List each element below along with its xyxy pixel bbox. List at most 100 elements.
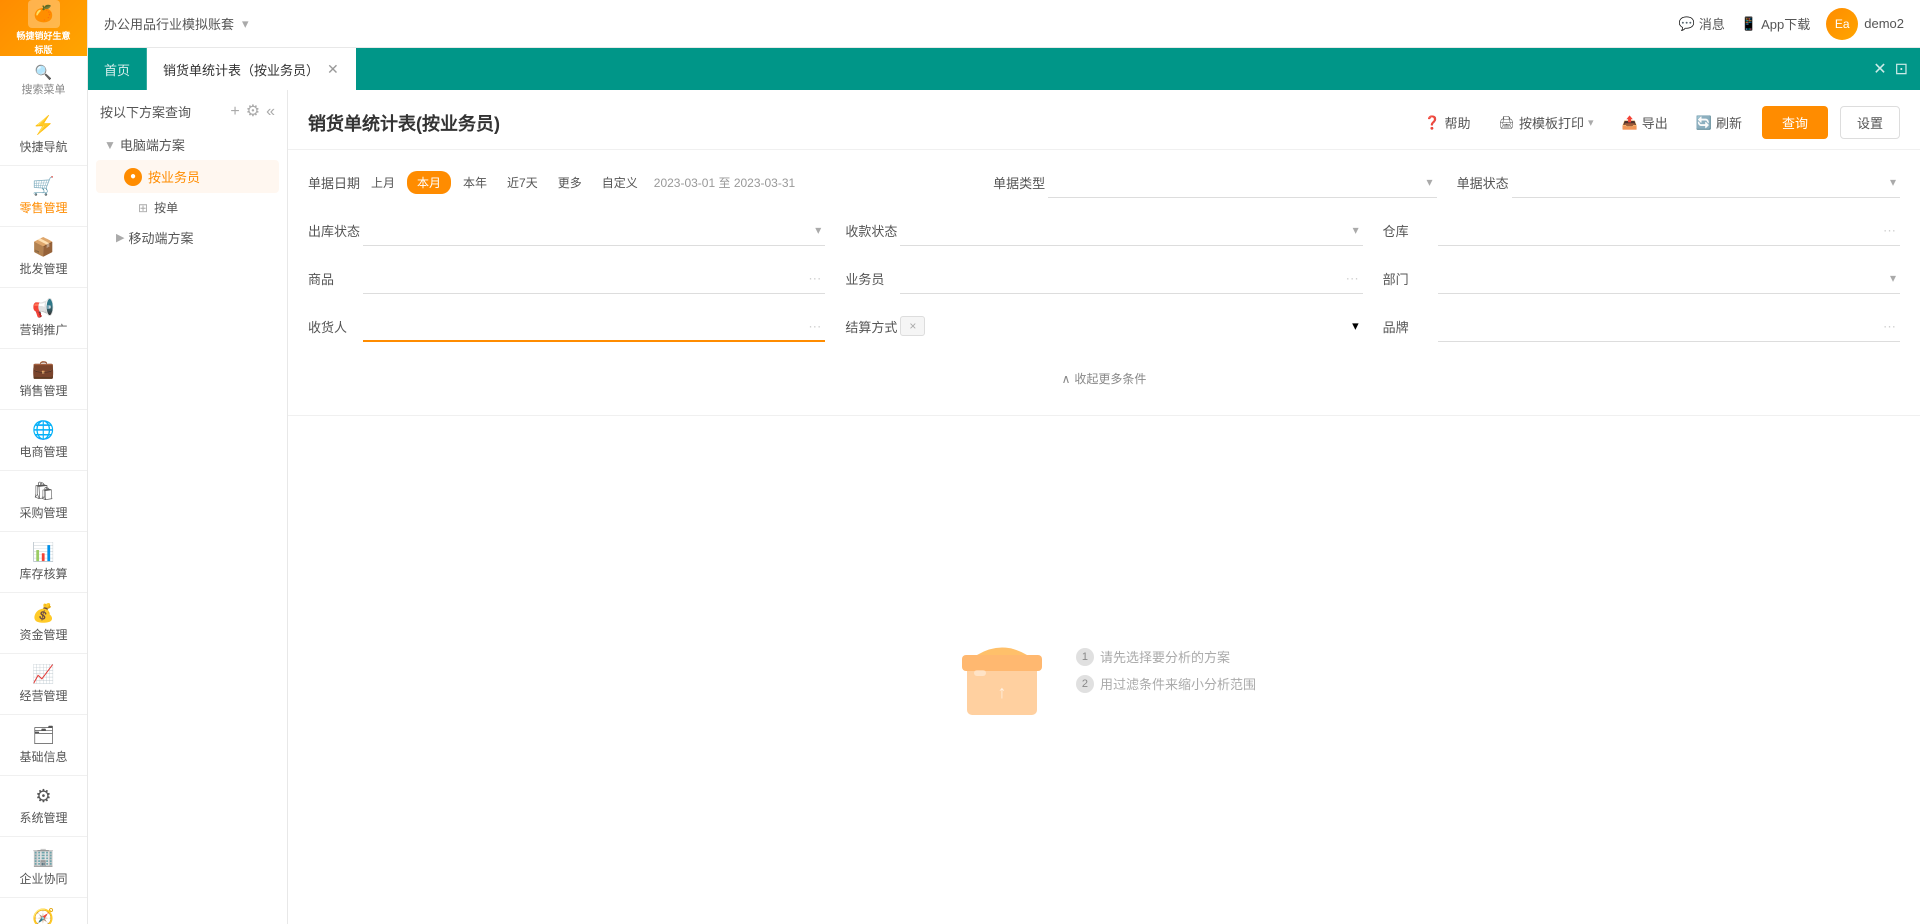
filter-row-4: 收货人 ··· 结算方式 × ▾ <box>308 310 1900 342</box>
sidebar-logo: 🍊 畅捷销好生意 标版 <box>0 0 88 56</box>
tab-sales-stat[interactable]: 销货单统计表（按业务员） ✕ <box>147 48 356 90</box>
sidebar-item-wholesale[interactable]: 📦 批发管理 <box>0 227 87 288</box>
user-name: demo2 <box>1864 16 1904 31</box>
user-profile[interactable]: Ea demo2 <box>1826 8 1904 40</box>
inventory-icon: 📊 <box>4 542 83 563</box>
settlement-tag-close[interactable]: × <box>909 319 916 333</box>
export-button[interactable]: 📤 导出 <box>1614 109 1676 136</box>
product-ellipsis-icon[interactable]: ··· <box>808 271 821 286</box>
date-btn-more[interactable]: 更多 <box>550 171 590 194</box>
product-label: 商品 <box>308 269 363 288</box>
panel-add-button[interactable]: + <box>230 104 239 120</box>
sidebar-item-sales[interactable]: 💼 销售管理 <box>0 349 87 410</box>
warehouse-input[interactable] <box>1438 214 1900 246</box>
department-dropdown[interactable]: ▾ <box>1438 262 1900 294</box>
tab-sales-stat-label: 销货单统计表（按业务员） <box>163 60 319 79</box>
sidebar-item-label: 系统管理 <box>19 811 67 825</box>
date-btn-this-year[interactable]: 本年 <box>455 171 495 194</box>
sidebar-item-system[interactable]: ⚙ 系统管理 <box>0 776 87 837</box>
query-button[interactable]: 查询 <box>1762 106 1828 139</box>
refresh-button[interactable]: 🔄 刷新 <box>1688 109 1750 136</box>
receiver-ellipsis-icon[interactable]: ··· <box>808 319 821 334</box>
doc-status-input-wrap[interactable]: ▾ <box>1512 166 1900 198</box>
sidebar-item-basic[interactable]: 🗂 基础信息 <box>0 715 87 776</box>
sidebar-search-label: 搜索菜单 <box>22 84 66 96</box>
sidebar-item-inventory[interactable]: 📊 库存核算 <box>0 532 87 593</box>
panel-settings-button[interactable]: ⚙ <box>246 104 260 120</box>
user-avatar: Ea <box>1826 8 1858 40</box>
sidebar-item-new-user[interactable]: 🧭 新手引导 <box>0 898 87 924</box>
doc-status-dropdown[interactable]: ▾ <box>1512 166 1900 198</box>
receipt-status-dropdown[interactable]: ▾ <box>900 214 1362 246</box>
filter-field-warehouse: 仓库 ··· <box>1383 214 1900 246</box>
doc-type-dropdown[interactable]: ▾ <box>1048 166 1436 198</box>
filter-row-2: 出库状态 ▾ 收款状态 ▾ <box>308 214 1900 246</box>
doc-type-input-wrap[interactable]: ▾ <box>1048 166 1436 198</box>
export-label: 导出 <box>1642 113 1668 132</box>
breadcrumb-chevron[interactable]: ▾ <box>242 16 249 32</box>
salesperson-ellipsis-icon[interactable]: ··· <box>1346 271 1359 286</box>
message-button[interactable]: 💬 消息 <box>1679 14 1725 33</box>
sidebar-item-quick-nav[interactable]: ⚡ 快捷导航 <box>0 105 87 166</box>
receipt-status-input-wrap[interactable]: ▾ <box>900 214 1362 246</box>
panel-collapse-button[interactable]: « <box>266 104 275 120</box>
date-btn-last-month[interactable]: 上月 <box>363 171 403 194</box>
sidebar-item-marketing[interactable]: 📢 营销推广 <box>0 288 87 349</box>
date-btn-custom[interactable]: 自定义 <box>594 171 646 194</box>
help-button[interactable]: ❓ 帮助 <box>1416 109 1478 136</box>
settlement-label: 结算方式 <box>845 317 900 336</box>
filter-field-doc-type: 单据类型 ▾ <box>993 166 1436 198</box>
phone-icon: 📱 <box>1741 16 1757 32</box>
sidebar-search[interactable]: 🔍 搜索菜单 <box>18 56 70 105</box>
left-panel-title: 按以下方案查询 <box>100 102 191 121</box>
refresh-label: 刷新 <box>1716 113 1742 132</box>
tab-close-icon[interactable]: ✕ <box>327 62 339 76</box>
app-download-button[interactable]: 📱 App下载 <box>1741 14 1810 33</box>
sidebar-item-ecommerce[interactable]: 🌐 电商管理 <box>0 410 87 471</box>
settings-button[interactable]: 设置 <box>1840 106 1900 139</box>
sidebar-item-label: 快捷导航 <box>19 140 67 154</box>
top-header-left: 办公用品行业模拟账套 ▾ <box>104 14 249 33</box>
sidebar-item-label: 企业协同 <box>19 872 67 886</box>
page-title: 销货单统计表(按业务员) <box>308 110 500 136</box>
panel-actions: + ⚙ « <box>230 104 275 120</box>
scheme-item-by-salesperson[interactable]: ● 按业务员 <box>96 160 279 193</box>
date-btn-7days[interactable]: 近7天 <box>499 171 546 194</box>
sidebar-item-operations[interactable]: 📈 经营管理 <box>0 654 87 715</box>
department-input-wrap[interactable]: ▾ <box>1438 262 1900 294</box>
sidebar-item-enterprise[interactable]: 🏢 企业协同 <box>0 837 87 898</box>
sidebar-item-purchase[interactable]: 🛍 采购管理 <box>0 471 87 532</box>
brand-ellipsis-icon[interactable]: ··· <box>1883 319 1896 334</box>
sidebar-item-label: 零售管理 <box>19 201 67 215</box>
brand-input[interactable] <box>1438 310 1900 342</box>
purchase-icon: 🛍 <box>4 481 83 502</box>
collapse-icon: ∧ <box>1062 372 1071 386</box>
main-area: 办公用品行业模拟账套 ▾ 💬 消息 📱 App下载 Ea demo2 首页 <box>88 0 1920 924</box>
date-btn-this-month[interactable]: 本月 <box>407 171 451 194</box>
out-status-input-wrap[interactable]: ▾ <box>363 214 825 246</box>
sidebar-item-finance[interactable]: 💰 资金管理 <box>0 593 87 654</box>
out-status-arrow-icon: ▾ <box>815 223 821 237</box>
scheme-group-desktop-header[interactable]: ▼ 电脑端方案 <box>96 129 279 160</box>
receiver-input[interactable] <box>363 310 825 342</box>
out-status-dropdown[interactable]: ▾ <box>363 214 825 246</box>
warehouse-ellipsis-icon[interactable]: ··· <box>1883 223 1896 238</box>
sidebar-item-label: 销售管理 <box>19 384 67 398</box>
salesperson-input[interactable] <box>900 262 1362 294</box>
date-range-text: 2023-03-01 至 2023-03-31 <box>654 174 795 191</box>
tab-bar-right: ✕ ⊡ <box>1873 59 1920 79</box>
receipt-status-label: 收款状态 <box>845 221 900 240</box>
template-print-button[interactable]: 🖨 按模板打印 ▾ <box>1491 109 1602 136</box>
product-input[interactable] <box>363 262 825 294</box>
tab-home-label: 首页 <box>104 60 130 79</box>
scheme-sub-item-by-order[interactable]: ⊞ 按单 <box>96 193 279 222</box>
collapse-button[interactable]: ∧ 收起更多条件 <box>1050 366 1159 391</box>
tab-home[interactable]: 首页 <box>88 48 147 90</box>
sidebar-item-label: 基础信息 <box>19 750 67 764</box>
scheme-group-desktop-label: 电脑端方案 <box>120 135 185 154</box>
tab-close-all-icon[interactable]: ✕ <box>1873 59 1886 79</box>
scheme-mobile-group[interactable]: ▶ 移动端方案 <box>96 222 279 253</box>
logo-icon: 🍊 <box>28 0 60 28</box>
tab-restore-icon[interactable]: ⊡ <box>1895 59 1908 79</box>
sidebar-item-retail[interactable]: 🛒 零售管理 <box>0 166 87 227</box>
